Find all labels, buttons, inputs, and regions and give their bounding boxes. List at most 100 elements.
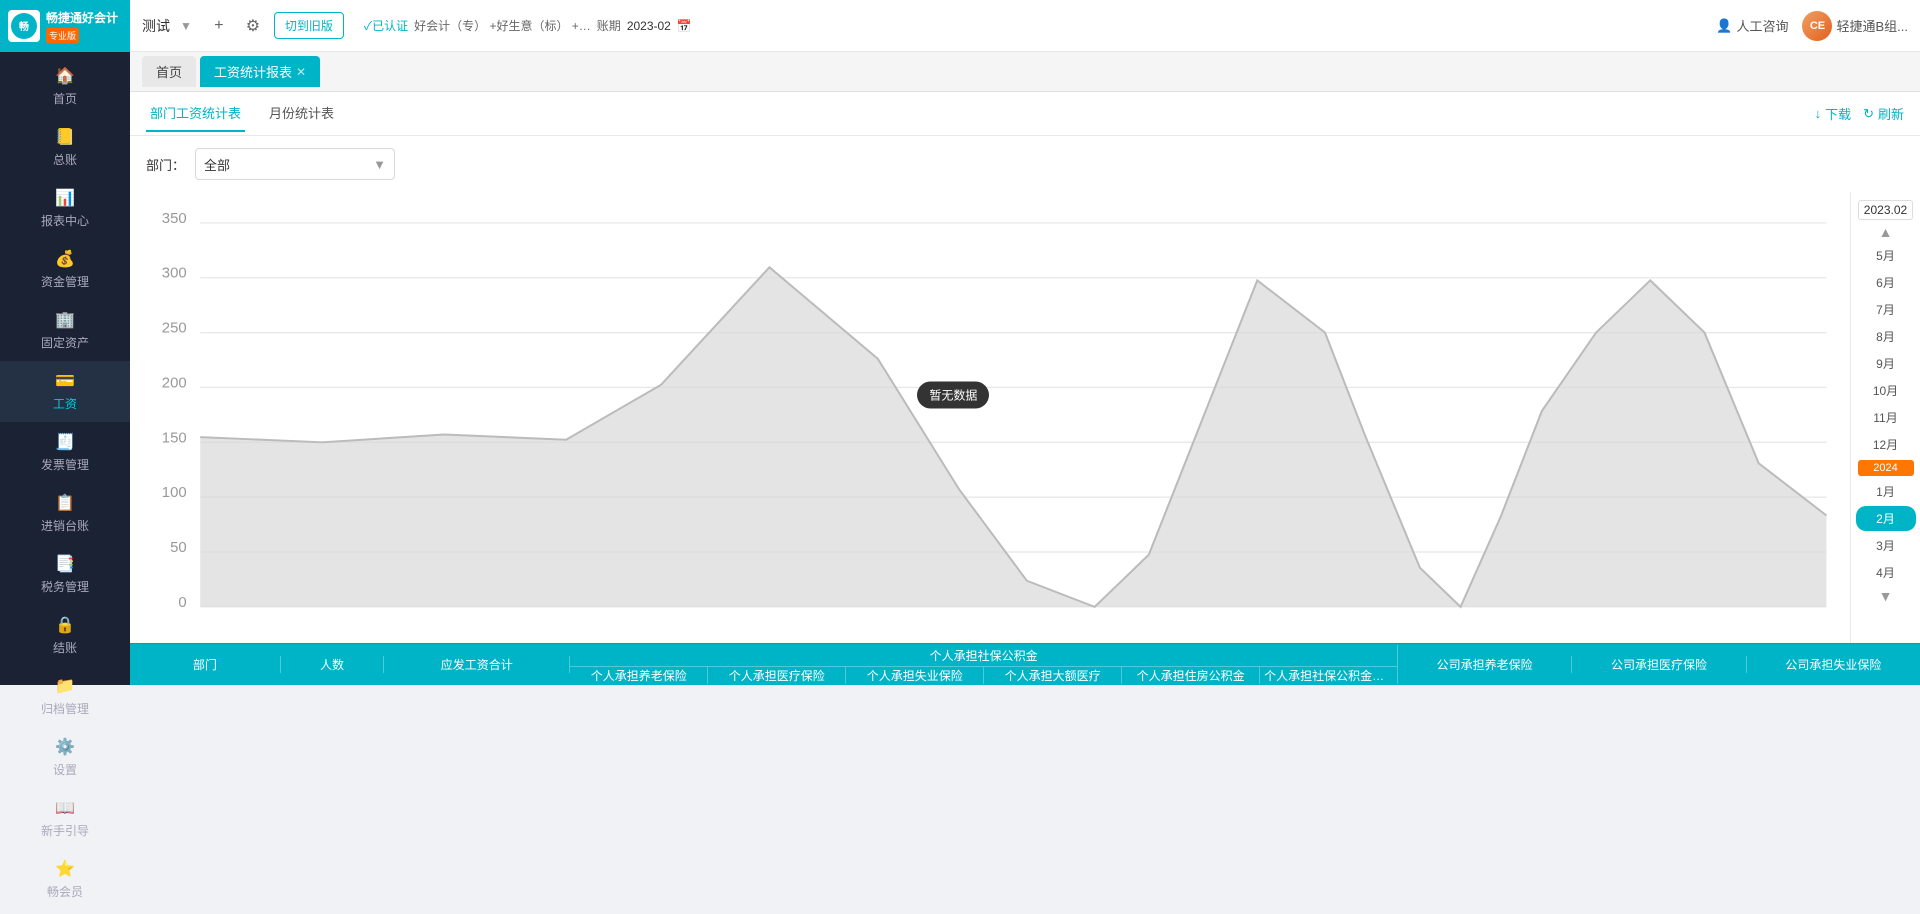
col-personal-social-total: 个人承担社保公积金合计 [1260, 667, 1397, 684]
payroll-icon: 💳 [55, 371, 75, 391]
chart-tooltip: 暂无数据 [917, 381, 989, 408]
logo-badge: 专业版 [46, 28, 79, 43]
refresh-icon: ↻ [1863, 106, 1874, 122]
assets-icon: 🏢 [55, 310, 75, 330]
svg-text:200: 200 [162, 376, 187, 392]
month-item-10[interactable]: 10月 [1856, 378, 1916, 403]
tab-close-icon[interactable]: ✕ [296, 65, 306, 79]
switch-version-button[interactable]: 切到旧版 [274, 12, 344, 39]
month-item-8[interactable]: 8月 [1856, 324, 1916, 349]
content-area: 部门工资统计表 月份统计表 ↓ 下载 ↻ 刷新 [130, 92, 1920, 685]
sidebar-label-close: 结账 [53, 639, 77, 656]
sidebar-item-reports[interactable]: 📊 报表中心 [0, 178, 130, 239]
ledger-icon: 📒 [55, 127, 75, 147]
personal-social-group: 个人承担社保公积金 个人承担养老保险 个人承担医疗保险 个人承担失业保险 个人承… [570, 645, 1398, 684]
tab-payroll-stats[interactable]: 工资统计报表 ✕ [200, 56, 320, 87]
year-up-button[interactable]: ▲ [1879, 222, 1893, 242]
guide-icon: 📖 [55, 798, 75, 818]
sidebar-item-invoice[interactable]: 🧾 发票管理 [0, 422, 130, 483]
sidebar-item-assets[interactable]: 🏢 固定资产 [0, 300, 130, 361]
col-company-medical: 公司承担医疗保险 [1572, 656, 1746, 673]
calendar-icon[interactable]: 📅 [677, 19, 692, 33]
sidebar-label-sales: 进销台账 [41, 517, 89, 534]
sub-tab-dept[interactable]: 部门工资统计表 [146, 95, 245, 132]
tab-bar: 首页 工资统计报表 ✕ [130, 52, 1920, 92]
month-item-11[interactable]: 11月 [1856, 405, 1916, 430]
download-label: 下载 [1825, 104, 1851, 123]
topbar-title: 测试 [142, 16, 170, 36]
col-company-pension: 公司承担养老保险 [1398, 656, 1572, 673]
sidebar-item-member[interactable]: ⭐ 畅会员 [0, 849, 130, 910]
svg-text:350: 350 [162, 211, 187, 227]
month-item-5[interactable]: 5月 [1856, 243, 1916, 268]
date-picker-panel: 2023.02 ▲ 5月 6月 7月 8月 9月 10月 11月 12月 202… [1850, 192, 1920, 643]
archive-icon: 📁 [55, 676, 75, 696]
sidebar-item-home[interactable]: 🏠 首页 [0, 56, 130, 117]
help-label: 人工咨询 [1736, 16, 1788, 35]
sidebar-label-member: 畅会员 [47, 883, 83, 900]
col-personal-medical: 个人承担医疗保险 [708, 667, 846, 684]
sidebar-item-tax[interactable]: 📑 税务管理 [0, 544, 130, 605]
month-item-6[interactable]: 6月 [1856, 270, 1916, 295]
sub-tabs: 部门工资统计表 月份统计表 ↓ 下载 ↻ 刷新 [130, 92, 1920, 136]
sidebar-item-settings[interactable]: ⚙️ 设置 [0, 727, 130, 788]
sub-tab-monthly-label: 月份统计表 [269, 106, 334, 121]
month-item-3[interactable]: 3月 [1856, 533, 1916, 558]
sidebar-label-guide: 新手引导 [41, 822, 89, 839]
app-logo: 畅 畅捷通好会计 专业版 [0, 0, 130, 52]
sidebar-label-archive: 归档管理 [41, 700, 89, 717]
year-2024-badge[interactable]: 2024 [1858, 460, 1914, 476]
sidebar-item-payroll[interactable]: 💳 工资 [0, 361, 130, 422]
month-item-7[interactable]: 7月 [1856, 297, 1916, 322]
tab-payroll-label: 工资统计报表 [214, 62, 292, 81]
download-button[interactable]: ↓ 下载 [1815, 104, 1852, 123]
settings-icon: ⚙️ [55, 737, 75, 757]
sidebar-label-ledger: 总账 [53, 151, 77, 168]
topbar-dropdown-arrow[interactable]: ▼ [180, 19, 192, 33]
col-personal-serious-medical: 个人承担大额医疗 [984, 667, 1122, 684]
main-area: 测试 ▼ + ⚙ 切到旧版 ✓已认证 好会计（专） +好生意（标） +… 账期 … [130, 0, 1920, 685]
dept-select[interactable]: 全部 ▼ [195, 148, 395, 180]
month-item-1[interactable]: 1月 [1856, 479, 1916, 504]
month-item-12[interactable]: 12月 [1856, 432, 1916, 457]
table-header-row: 部门 人数 应发工资合计 个人承担社保公积金 个人承担养老保险 个人承担医疗保险… [130, 643, 1920, 685]
logo-text-block: 畅捷通好会计 专业版 [46, 9, 118, 43]
topbar-add-button[interactable]: + [206, 13, 232, 39]
svg-text:畅: 畅 [19, 20, 29, 33]
filter-row: 部门： 全部 ▼ [130, 136, 1920, 192]
sub-tab-monthly[interactable]: 月份统计表 [265, 95, 338, 132]
personal-social-sub-cols: 个人承担养老保险 个人承担医疗保险 个人承担失业保险 个人承担大额医疗 个人承担… [570, 667, 1397, 684]
topbar-settings-button[interactable]: ⚙ [240, 13, 266, 39]
svg-text:250: 250 [162, 321, 187, 337]
sidebar-item-ledger[interactable]: 📒 总账 [0, 117, 130, 178]
help-button[interactable]: 👤 人工咨询 [1716, 16, 1788, 35]
sidebar-item-sales[interactable]: 📋 进销台账 [0, 483, 130, 544]
svg-text:0: 0 [178, 595, 186, 611]
chevron-down-icon: ▼ [373, 157, 386, 172]
chart-svg-area: 0 50 100 150 200 250 300 350 [130, 192, 1920, 643]
sidebar-label-payroll: 工资 [53, 395, 77, 412]
sidebar-label-invoice: 发票管理 [41, 456, 89, 473]
month-item-4[interactable]: 4月 [1856, 560, 1916, 585]
year-input[interactable]: 2023.02 [1858, 200, 1913, 220]
sidebar-item-archive[interactable]: 📁 归档管理 [0, 666, 130, 727]
product-tags: 好会计（专） +好生意（标） +… [414, 17, 591, 34]
user-profile[interactable]: CE 轻捷通B组... [1802, 11, 1908, 41]
topbar-actions: + ⚙ 切到旧版 [206, 12, 344, 39]
sub-tabs-actions: ↓ 下载 ↻ 刷新 [1815, 104, 1904, 123]
logo-icon: 畅 [8, 10, 40, 42]
sidebar-item-funds[interactable]: 💰 资金管理 [0, 239, 130, 300]
tab-home[interactable]: 首页 [142, 56, 196, 87]
sidebar-item-close[interactable]: 🔒 结账 [0, 605, 130, 666]
month-item-9[interactable]: 9月 [1856, 351, 1916, 376]
refresh-button[interactable]: ↻ 刷新 [1863, 104, 1904, 123]
close-period-icon: 🔒 [55, 615, 75, 635]
year-down-button[interactable]: ▼ [1879, 586, 1893, 606]
sidebar-item-guide[interactable]: 📖 新手引导 [0, 788, 130, 849]
sidebar-label-settings: 设置 [53, 761, 77, 778]
svg-text:100: 100 [162, 485, 187, 501]
month-item-2-active[interactable]: 2月 [1856, 506, 1916, 531]
sidebar-nav: 🏠 首页 📒 总账 📊 报表中心 💰 资金管理 🏢 固定资产 💳 工资 [0, 52, 130, 914]
topbar-right: 👤 人工咨询 CE 轻捷通B组... [1716, 11, 1908, 41]
col-headcount: 人数 [281, 656, 384, 673]
